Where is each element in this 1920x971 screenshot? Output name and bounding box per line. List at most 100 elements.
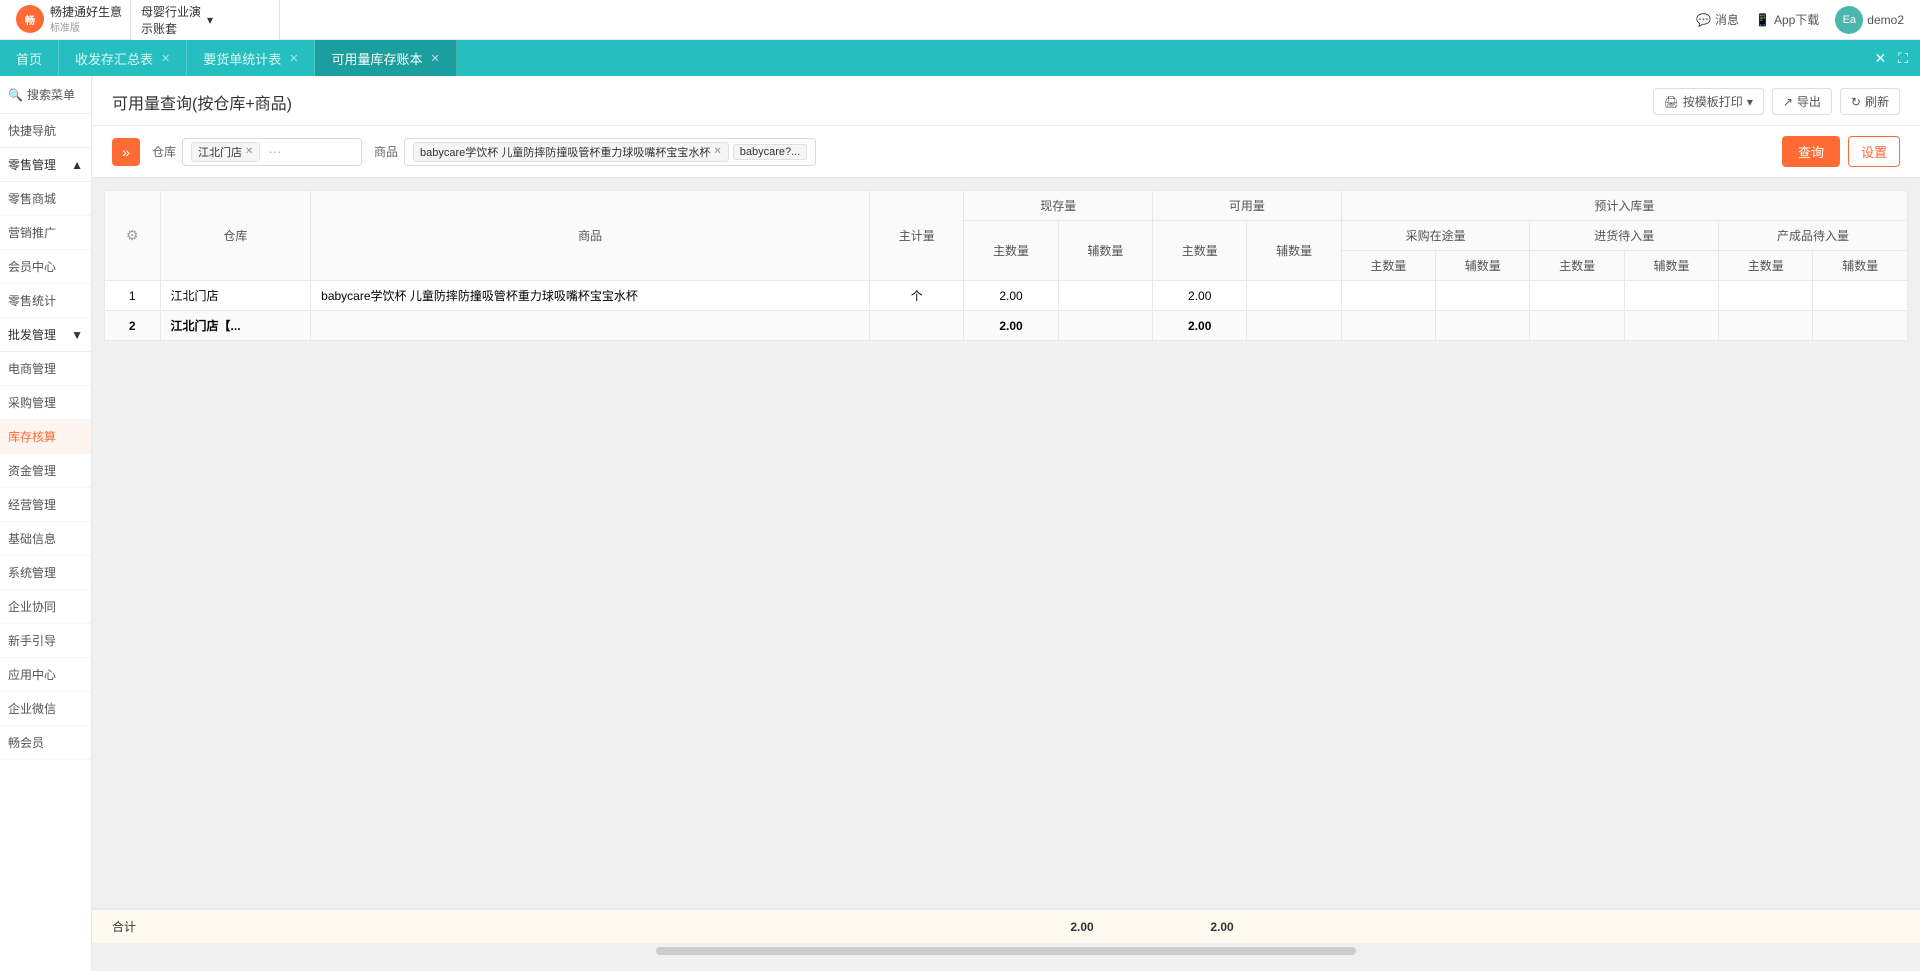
sidebar-item-operations-mgmt[interactable]: 经营管理 [0, 488, 91, 522]
row-stock-aux [1058, 281, 1152, 311]
tab-receive-summary-close[interactable]: ✕ [161, 52, 170, 65]
tab-requisition-stats[interactable]: 要货单统计表 ✕ [187, 40, 315, 76]
tab-home-label: 首页 [16, 49, 42, 68]
row-procure-aux [1436, 281, 1530, 311]
total-avail-main: 2.00 [1192, 920, 1252, 934]
export-label: 导出 [1797, 93, 1821, 110]
col-avail-aux-qty: 辅数量 [1247, 221, 1341, 281]
sidebar-item-inventory-check[interactable]: 库存核算 [0, 420, 91, 454]
export-btn[interactable]: ↗ 导出 [1772, 88, 1832, 115]
filter-toggle-btn[interactable]: » [112, 138, 140, 166]
nav-tabs: 首页 收发存汇总表 ✕ 要货单统计表 ✕ 可用量库存账本 ✕ ✕ ⛶ [0, 40, 1920, 76]
row-warehouse: 江北门店 [160, 281, 311, 311]
filter-bar: » 仓库 江北门店 ✕ ··· 商品 babycare学饮杯 儿童防摔防撞吸管杯… [92, 126, 1920, 178]
sidebar-app-center-label: 应用中心 [8, 668, 56, 682]
tab-available-inventory-close[interactable]: ✕ [431, 52, 440, 65]
sidebar-item-basic-info[interactable]: 基础信息 [0, 522, 91, 556]
col-gear[interactable]: ⚙ [105, 191, 161, 281]
print-dropdown-icon: ▾ [1747, 95, 1753, 109]
sidebar-retail-stats-label: 零售统计 [8, 294, 56, 308]
sidebar-item-marketing[interactable]: 营销推广 [0, 216, 91, 250]
query-btn[interactable]: 查询 [1782, 136, 1840, 167]
sidebar-item-retail-stats[interactable]: 零售统计 [0, 284, 91, 318]
message-btn[interactable]: 💬 消息 [1696, 11, 1739, 28]
sidebar-item-ecommerce-mgmt[interactable]: 电商管理 [0, 352, 91, 386]
sidebar-item-member-center[interactable]: 会员中心 [0, 250, 91, 284]
nav-tabs-right: ✕ ⛶ [1870, 40, 1920, 76]
total-stock-main: 2.00 [1052, 920, 1112, 934]
table-footer: 合计 2.00 2.00 [92, 908, 1920, 943]
product-tag-1-remove[interactable]: ✕ [713, 146, 721, 157]
row-purchase-main [1530, 281, 1624, 311]
warehouse-tag-input[interactable]: 江北门店 ✕ ··· [182, 138, 362, 166]
product-filter-label: 商品 [374, 143, 398, 160]
row-stock-main: 2.00 [964, 311, 1058, 341]
sidebar-item-finance-mgmt[interactable]: 资金管理 [0, 454, 91, 488]
product-tag-input[interactable]: babycare学饮杯 儿童防摔防撞吸管杯重力球吸嘴杯宝宝水杯 ✕ babyca… [404, 138, 816, 166]
sidebar-item-vip-member[interactable]: 畅会员 [0, 726, 91, 760]
col-purchase-header: 进货待入量 [1530, 221, 1719, 251]
print-icon: 🖨 [1664, 95, 1679, 109]
sidebar-quick-nav[interactable]: 快捷导航 [0, 114, 91, 148]
export-icon: ↗ [1783, 95, 1793, 109]
sidebar-member-center-label: 会员中心 [8, 260, 56, 274]
sidebar-item-enterprise-collab[interactable]: 企业协同 [0, 590, 91, 624]
industry-select[interactable]: 母婴行业演示账套 ▾ [130, 0, 280, 42]
industry-select-label: 母婴行业演示账套 [141, 3, 203, 37]
close-all-tabs-btn[interactable]: ✕ [1870, 46, 1890, 71]
gear-icon[interactable]: ⚙ [126, 227, 139, 243]
inventory-table: ⚙ 仓库 商品 主计量 现存量 可用量 预计入库量 主数量 辅数量 主数量 辅数… [104, 190, 1908, 341]
template-print-label: 按模板打印 [1683, 93, 1743, 110]
fullscreen-btn[interactable]: ⛶ [1894, 46, 1912, 71]
tab-home[interactable]: 首页 [0, 40, 59, 76]
horizontal-scrollbar[interactable] [132, 947, 1880, 955]
col-unit-header: 主计量 [870, 191, 964, 281]
total-avail-aux [1252, 920, 1312, 934]
page-title: 可用量查询(按仓库+商品) [112, 90, 292, 114]
page-header: 可用量查询(按仓库+商品) 🖨 按模板打印 ▾ ↗ 导出 ↻ 刷新 [92, 76, 1920, 126]
chevron-up-icon: ▲ [71, 158, 83, 172]
row-procure-aux [1436, 311, 1530, 341]
warehouse-tag-remove[interactable]: ✕ [245, 146, 253, 157]
row-product-aux [1813, 281, 1908, 311]
sidebar-item-system-mgmt[interactable]: 系统管理 [0, 556, 91, 590]
sidebar-purchase-label: 采购管理 [8, 396, 56, 410]
header-actions: 🖨 按模板打印 ▾ ↗ 导出 ↻ 刷新 [1653, 88, 1900, 125]
tab-receive-summary[interactable]: 收发存汇总表 ✕ [59, 40, 187, 76]
row-avail-aux [1247, 281, 1341, 311]
app-download-btn[interactable]: 📱 App下载 [1755, 11, 1819, 28]
row-warehouse: 江北门店【... [160, 311, 311, 341]
sidebar-item-retail-mall[interactable]: 零售商城 [0, 182, 91, 216]
sidebar-search[interactable]: 🔍 搜索菜单 [0, 76, 91, 114]
product-filter: 商品 babycare学饮杯 儿童防摔防撞吸管杯重力球吸嘴杯宝宝水杯 ✕ bab… [374, 138, 816, 166]
sidebar-item-enterprise-wechat[interactable]: 企业微信 [0, 692, 91, 726]
col-purchase-main: 主数量 [1530, 251, 1624, 281]
warehouse-more-btn[interactable]: ··· [268, 144, 281, 159]
tab-available-inventory[interactable]: 可用量库存账本 ✕ [315, 40, 456, 76]
row-avail-main: 2.00 [1153, 311, 1247, 341]
sidebar-operations-label: 经营管理 [8, 498, 56, 512]
template-print-btn[interactable]: 🖨 按模板打印 ▾ [1653, 88, 1764, 115]
row-procure-main [1341, 281, 1435, 311]
sidebar-new-guide-label: 新手引导 [8, 634, 56, 648]
row-product [311, 311, 870, 341]
sidebar-item-app-center[interactable]: 应用中心 [0, 658, 91, 692]
sidebar-item-retail-mgmt[interactable]: 零售管理 ▲ [0, 148, 91, 182]
row-unit [870, 311, 964, 341]
refresh-btn[interactable]: ↻ 刷新 [1840, 88, 1900, 115]
sidebar-item-purchase-mgmt[interactable]: 采购管理 [0, 386, 91, 420]
user-profile[interactable]: Ea demo2 [1835, 6, 1904, 34]
product-tag-1: babycare学饮杯 儿童防摔防撞吸管杯重力球吸嘴杯宝宝水杯 ✕ [413, 142, 729, 162]
tab-requisition-stats-close[interactable]: ✕ [289, 52, 298, 65]
search-label: 搜索菜单 [27, 86, 75, 103]
scrollbar-thumb[interactable] [656, 947, 1355, 955]
col-stock-aux-qty: 辅数量 [1058, 221, 1152, 281]
sidebar-basic-info-label: 基础信息 [8, 532, 56, 546]
settings-btn[interactable]: 设置 [1848, 136, 1900, 167]
tab-receive-summary-label: 收发存汇总表 [75, 49, 153, 68]
message-icon: 💬 [1696, 13, 1711, 27]
col-procurement-header: 采购在途量 [1341, 221, 1530, 251]
sidebar-item-new-guide[interactable]: 新手引导 [0, 624, 91, 658]
table-row: 1 江北门店 babycare学饮杯 儿童防摔防撞吸管杯重力球吸嘴杯宝宝水杯 个… [105, 281, 1908, 311]
sidebar-item-wholesale-mgmt[interactable]: 批发管理 ▼ [0, 318, 91, 352]
